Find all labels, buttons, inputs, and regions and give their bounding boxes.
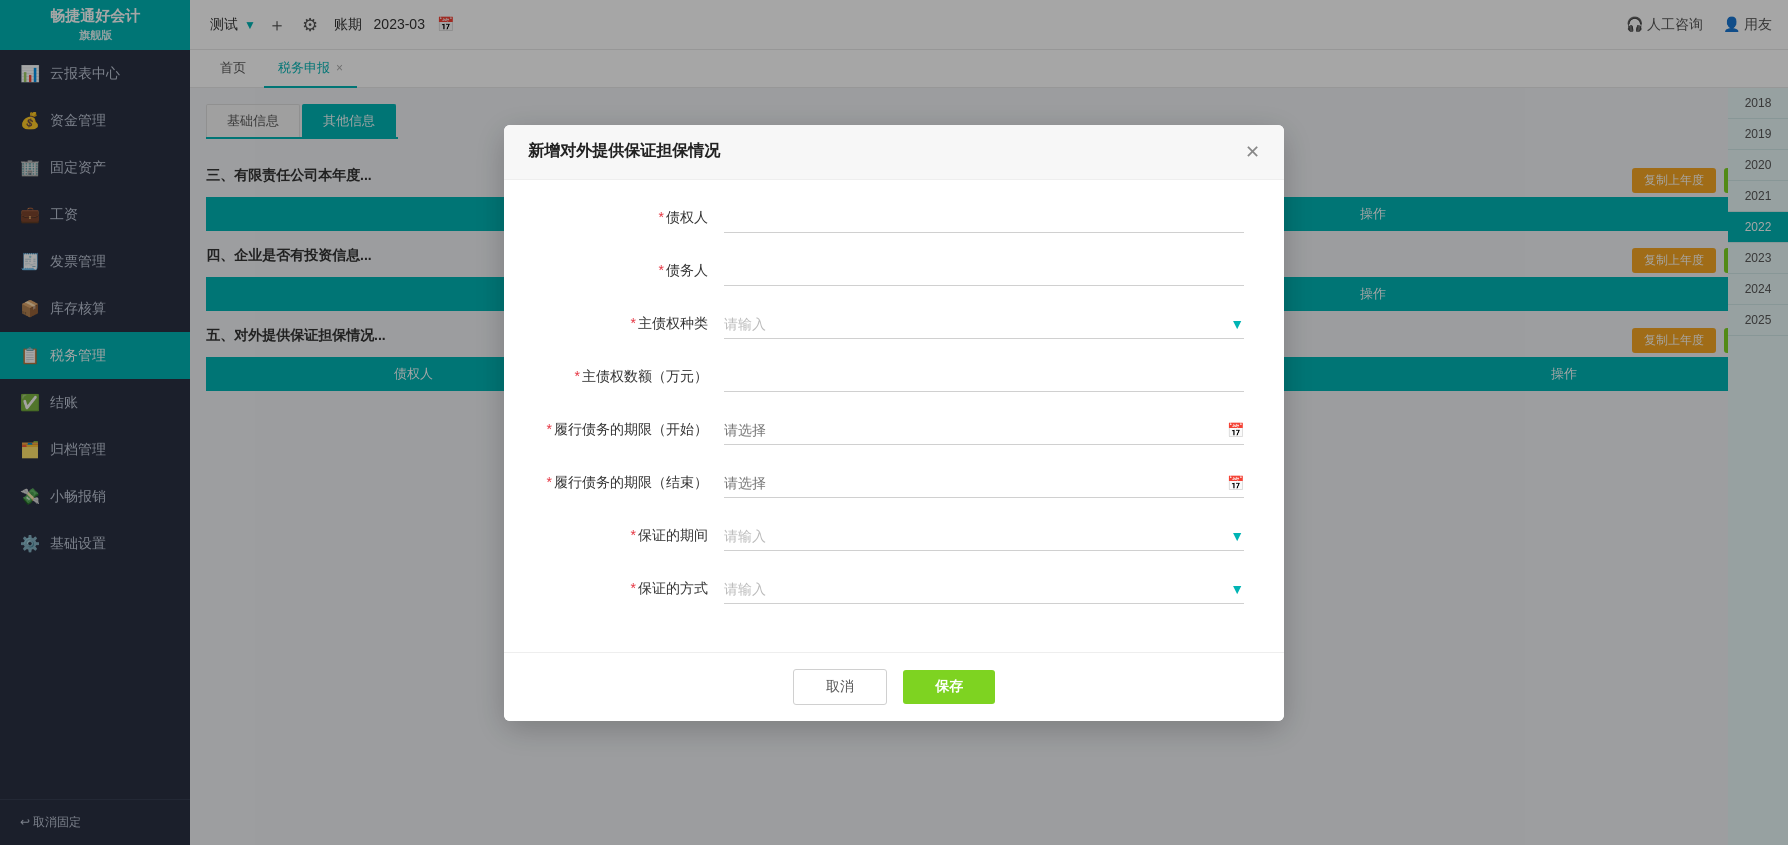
form-row-obligation-start: *履行债务的期限（开始） 📅 bbox=[544, 416, 1244, 445]
modal-close-btn[interactable]: ✕ bbox=[1245, 141, 1260, 163]
save-button[interactable]: 保存 bbox=[903, 670, 995, 704]
guarantee-method-select[interactable]: ▼ bbox=[724, 575, 1244, 604]
obligation-end-date[interactable]: 📅 bbox=[724, 469, 1244, 498]
modal-overlay: 新增对外提供保证担保情况 ✕ *债权人 *债务人 * bbox=[0, 0, 1788, 845]
modal-header: 新增对外提供保证担保情况 ✕ bbox=[504, 125, 1284, 180]
claim-amount-label: *主债权数额（万元） bbox=[544, 368, 724, 386]
creditor-input[interactable] bbox=[724, 204, 1244, 233]
debtor-label: *债务人 bbox=[544, 262, 724, 280]
debtor-input[interactable] bbox=[724, 257, 1244, 286]
obligation-end-label: *履行债务的期限（结束） bbox=[544, 474, 724, 492]
form-row-debtor: *债务人 bbox=[544, 257, 1244, 286]
guarantee-method-input[interactable] bbox=[724, 581, 1226, 597]
obligation-start-date[interactable]: 📅 bbox=[724, 416, 1244, 445]
modal-title: 新增对外提供保证担保情况 bbox=[528, 141, 720, 162]
form-row-guarantee-method: *保证的方式 ▼ bbox=[544, 575, 1244, 604]
guarantee-period-arrow[interactable]: ▼ bbox=[1230, 528, 1244, 544]
form-row-obligation-end: *履行债务的期限（结束） 📅 bbox=[544, 469, 1244, 498]
form-row-guarantee-period: *保证的期间 ▼ bbox=[544, 522, 1244, 551]
modal-body: *债权人 *债务人 *主债权种类 ▼ bbox=[504, 180, 1284, 652]
guarantee-period-select[interactable]: ▼ bbox=[724, 522, 1244, 551]
form-row-claim-amount: *主债权数额（万元） bbox=[544, 363, 1244, 392]
guarantee-method-label: *保证的方式 bbox=[544, 580, 724, 598]
end-calendar-icon[interactable]: 📅 bbox=[1227, 475, 1244, 491]
start-calendar-icon[interactable]: 📅 bbox=[1227, 422, 1244, 438]
form-row-claim-type: *主债权种类 ▼ bbox=[544, 310, 1244, 339]
claim-type-select[interactable]: ▼ bbox=[724, 310, 1244, 339]
claim-amount-input[interactable] bbox=[724, 363, 1244, 392]
guarantee-method-arrow[interactable]: ▼ bbox=[1230, 581, 1244, 597]
claim-type-arrow[interactable]: ▼ bbox=[1230, 316, 1244, 332]
form-row-creditor: *债权人 bbox=[544, 204, 1244, 233]
obligation-start-label: *履行债务的期限（开始） bbox=[544, 421, 724, 439]
creditor-label: *债权人 bbox=[544, 209, 724, 227]
claim-type-input[interactable] bbox=[724, 316, 1226, 332]
cancel-button[interactable]: 取消 bbox=[793, 669, 887, 705]
modal-dialog: 新增对外提供保证担保情况 ✕ *债权人 *债务人 * bbox=[504, 125, 1284, 721]
modal-footer: 取消 保存 bbox=[504, 652, 1284, 721]
claim-type-label: *主债权种类 bbox=[544, 315, 724, 333]
guarantee-period-label: *保证的期间 bbox=[544, 527, 724, 545]
obligation-start-input[interactable] bbox=[724, 422, 1227, 438]
guarantee-period-input[interactable] bbox=[724, 528, 1226, 544]
obligation-end-input[interactable] bbox=[724, 475, 1227, 491]
